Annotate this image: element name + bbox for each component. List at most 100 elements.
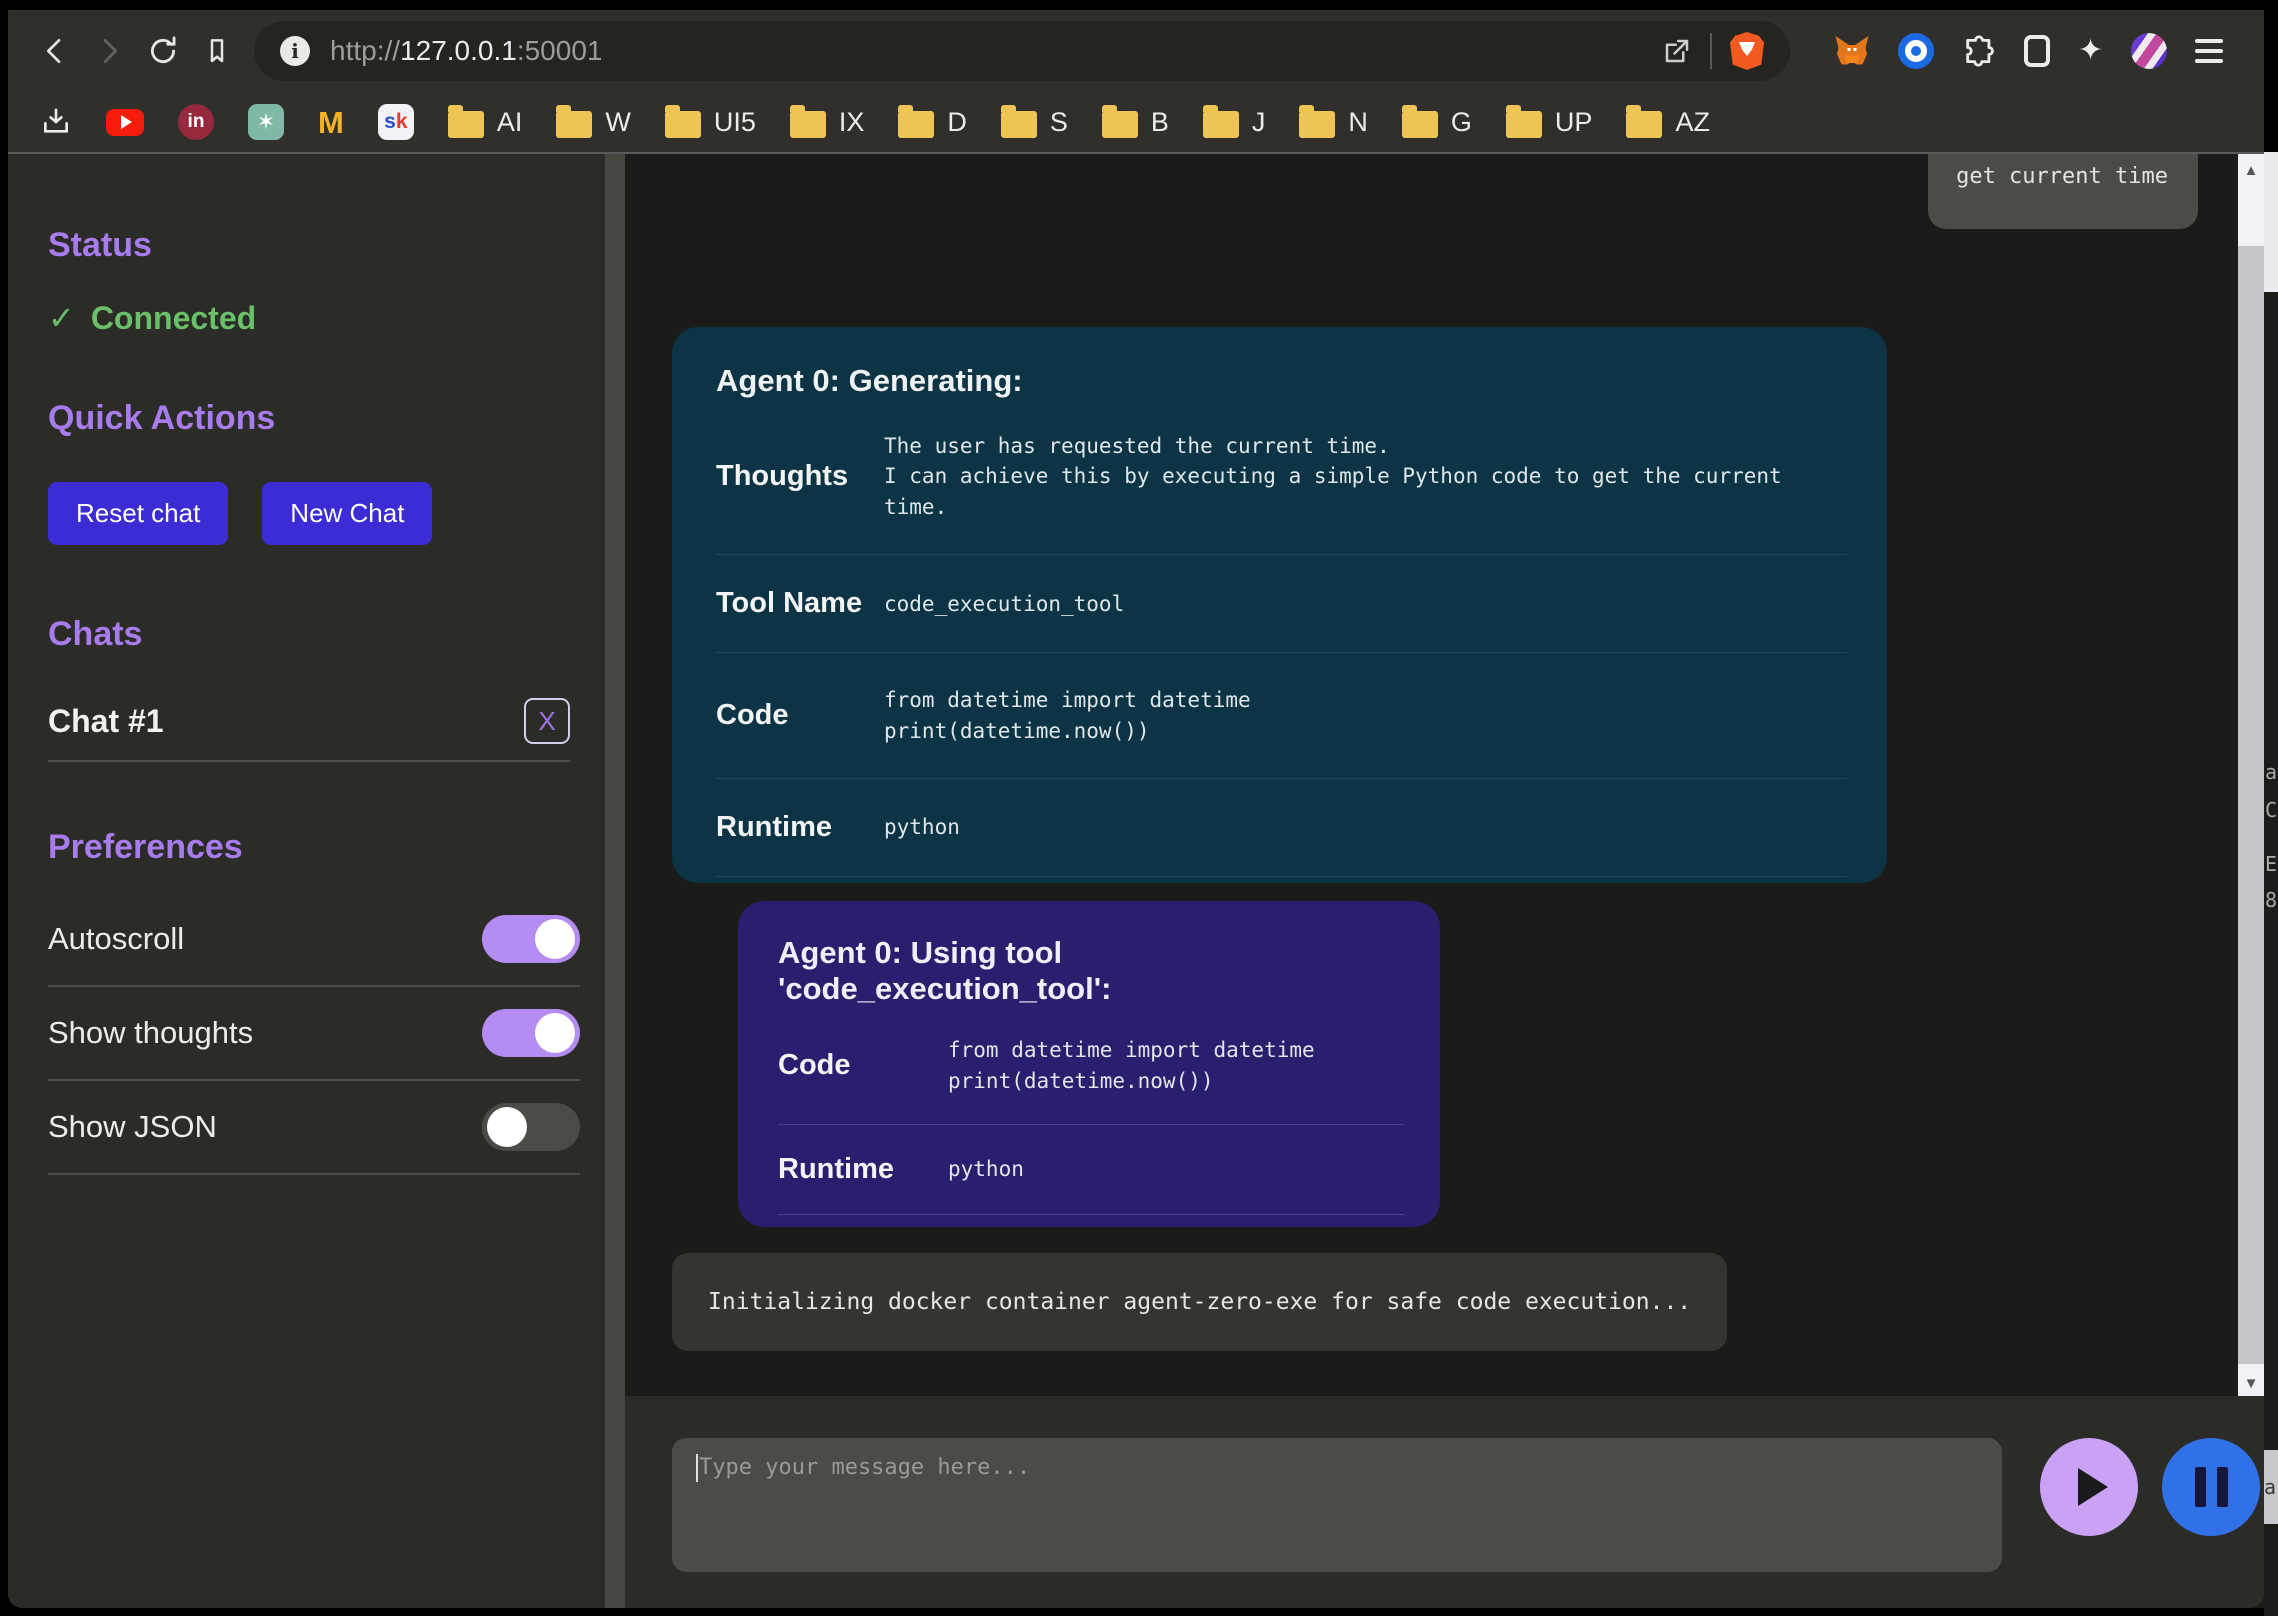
divider [48, 760, 570, 762]
folder-icon [1299, 105, 1336, 138]
extensions-puzzle-icon[interactable] [1962, 34, 1996, 68]
bookmark-folder-label: N [1348, 106, 1368, 137]
send-triangle-icon [2078, 1468, 2108, 1506]
bookmark-chatgpt-icon[interactable]: ✶ [248, 104, 284, 140]
bookmark-folder[interactable]: W [556, 105, 631, 138]
scrollbar-thumb[interactable] [2238, 246, 2264, 1364]
chat-main: get current time Agent 0: Generating: Th… [625, 154, 2264, 1608]
status-heading: Status [48, 226, 152, 264]
runtime-row: Runtime python [716, 779, 1847, 878]
folder-icon [1626, 105, 1663, 138]
forward-button[interactable] [82, 24, 136, 78]
bookmark-folder[interactable]: D [898, 105, 967, 138]
send-button[interactable] [2040, 1438, 2138, 1536]
chat-history: get current time Agent 0: Generating: Th… [625, 154, 2264, 1396]
bookmark-folder-label: UP [1554, 106, 1593, 137]
bookmark-youtube-icon[interactable] [106, 108, 144, 136]
code-line: from datetime import datetime [884, 688, 1251, 713]
card-title: Agent 0: Generating: [716, 363, 1023, 398]
thoughts-label: Thoughts [716, 460, 849, 493]
chat-list-item[interactable]: Chat #1 X [48, 698, 570, 744]
runtime-row: Runtime python [778, 1125, 1404, 1216]
code-line: print(datetime.now()) [948, 1068, 1214, 1093]
pref-row-autoscroll: Autoscroll [48, 893, 580, 987]
sidebar-toggle-icon[interactable] [2024, 35, 2050, 67]
scrollbar-up-arrow[interactable]: ▲ [2238, 162, 2264, 179]
pref-label: Autoscroll [48, 921, 185, 956]
system-status-message: Initializing docker container agent-zero… [672, 1253, 1728, 1352]
autoscroll-toggle[interactable] [482, 915, 580, 963]
page-content: Status ✓ Connected Quick Actions Reset c… [8, 152, 2264, 1608]
bookmark-sk-icon[interactable]: sk [377, 104, 414, 140]
bookmark-folder-label: AZ [1675, 106, 1710, 137]
toggle-knob [535, 1013, 575, 1053]
code-line: print(datetime.now()) [884, 718, 1150, 743]
preferences-heading: Preferences [48, 828, 243, 866]
bookmark-folder[interactable]: AI [447, 105, 522, 138]
new-chat-button[interactable]: New Chat [262, 482, 433, 545]
toggle-knob [487, 1107, 527, 1147]
tool-name-value: code_execution_tool [884, 591, 1125, 616]
tool-name-row: Tool Name code_execution_tool [716, 555, 1847, 654]
bookmark-folder-label: UI5 [713, 106, 756, 137]
bookmark-folder-label: W [605, 106, 631, 137]
toggle-knob [535, 919, 575, 959]
bookmark-folder-label: D [947, 106, 967, 137]
check-icon: ✓ [48, 300, 75, 336]
code-label: Code [778, 1049, 851, 1082]
back-button[interactable] [28, 24, 82, 78]
runtime-value: python [948, 1157, 1024, 1182]
background-window-fragment [2264, 152, 2278, 292]
chat-close-button[interactable]: X [524, 698, 570, 744]
connection-status: ✓ Connected [48, 299, 605, 337]
runtime-label: Runtime [778, 1153, 894, 1186]
thoughts-line: The user has requested the current time. [884, 434, 1390, 458]
bookmark-linkedin-icon[interactable]: in [178, 104, 214, 140]
share-icon[interactable] [1662, 36, 1692, 66]
metamask-icon[interactable] [1834, 34, 1870, 68]
edge-glyph: C [2265, 798, 2278, 822]
extension-area: ✦ [1834, 33, 2224, 69]
bookmark-folder[interactable]: N [1299, 105, 1368, 138]
forward-icon [93, 35, 125, 67]
bookmark-folder[interactable]: UP [1505, 105, 1593, 138]
bookmark-folder[interactable]: S [1000, 105, 1068, 138]
bookmark-folder[interactable]: G [1401, 105, 1472, 138]
bookmark-button[interactable] [190, 24, 244, 78]
thoughts-line: I can achieve this by executing a simple… [884, 464, 1782, 519]
scrollbar-down-arrow[interactable]: ▼ [2238, 1375, 2264, 1392]
text-cursor [696, 1454, 698, 1482]
pause-button[interactable] [2162, 1438, 2260, 1536]
coinbase-wallet-icon[interactable] [1898, 33, 1934, 69]
bookmark-m-icon[interactable]: M [318, 107, 344, 138]
bookmark-icon [202, 36, 232, 66]
profile-avatar-icon[interactable] [2131, 33, 2168, 69]
bookmark-folder[interactable]: IX [789, 105, 864, 138]
show-thoughts-toggle[interactable] [482, 1009, 580, 1057]
bookmarks-folders: AI W UI5 IX D S B J N G UP AZ [447, 105, 1710, 138]
folder-icon [1000, 105, 1037, 138]
chat-scrollbar[interactable]: ▲ ▼ [2238, 154, 2264, 1396]
leo-ai-sparkle-icon[interactable]: ✦ [2078, 36, 2103, 66]
url-text: http://127.0.0.1:50001 [330, 35, 603, 66]
site-info-icon[interactable]: i [280, 36, 310, 66]
show-json-toggle[interactable] [482, 1103, 580, 1151]
bookmark-folder[interactable]: UI5 [664, 105, 756, 138]
agent-tool-card: Agent 0: Using tool 'code_execution_tool… [738, 901, 1440, 1228]
address-bar[interactable]: i http://127.0.0.1:50001 [254, 21, 1790, 81]
downloads-icon[interactable] [40, 106, 72, 138]
reload-button[interactable] [136, 24, 190, 78]
menu-hamburger-icon[interactable] [2195, 39, 2224, 63]
code-line: from datetime import datetime [948, 1038, 1315, 1063]
reset-chat-button[interactable]: Reset chat [48, 482, 229, 545]
tool-name-label: Tool Name [716, 587, 863, 620]
background-window-sliver: a C E 8 a [2264, 152, 2278, 1616]
brave-rewards-icon[interactable] [1730, 32, 1764, 70]
folder-icon [1202, 105, 1239, 138]
folder-icon [556, 105, 593, 138]
bookmark-folder[interactable]: AZ [1626, 105, 1710, 138]
bookmark-folder[interactable]: J [1202, 105, 1265, 138]
bookmark-folder[interactable]: B [1101, 105, 1169, 138]
message-input[interactable]: Type your message here... [672, 1438, 2002, 1572]
folder-icon [898, 105, 935, 138]
